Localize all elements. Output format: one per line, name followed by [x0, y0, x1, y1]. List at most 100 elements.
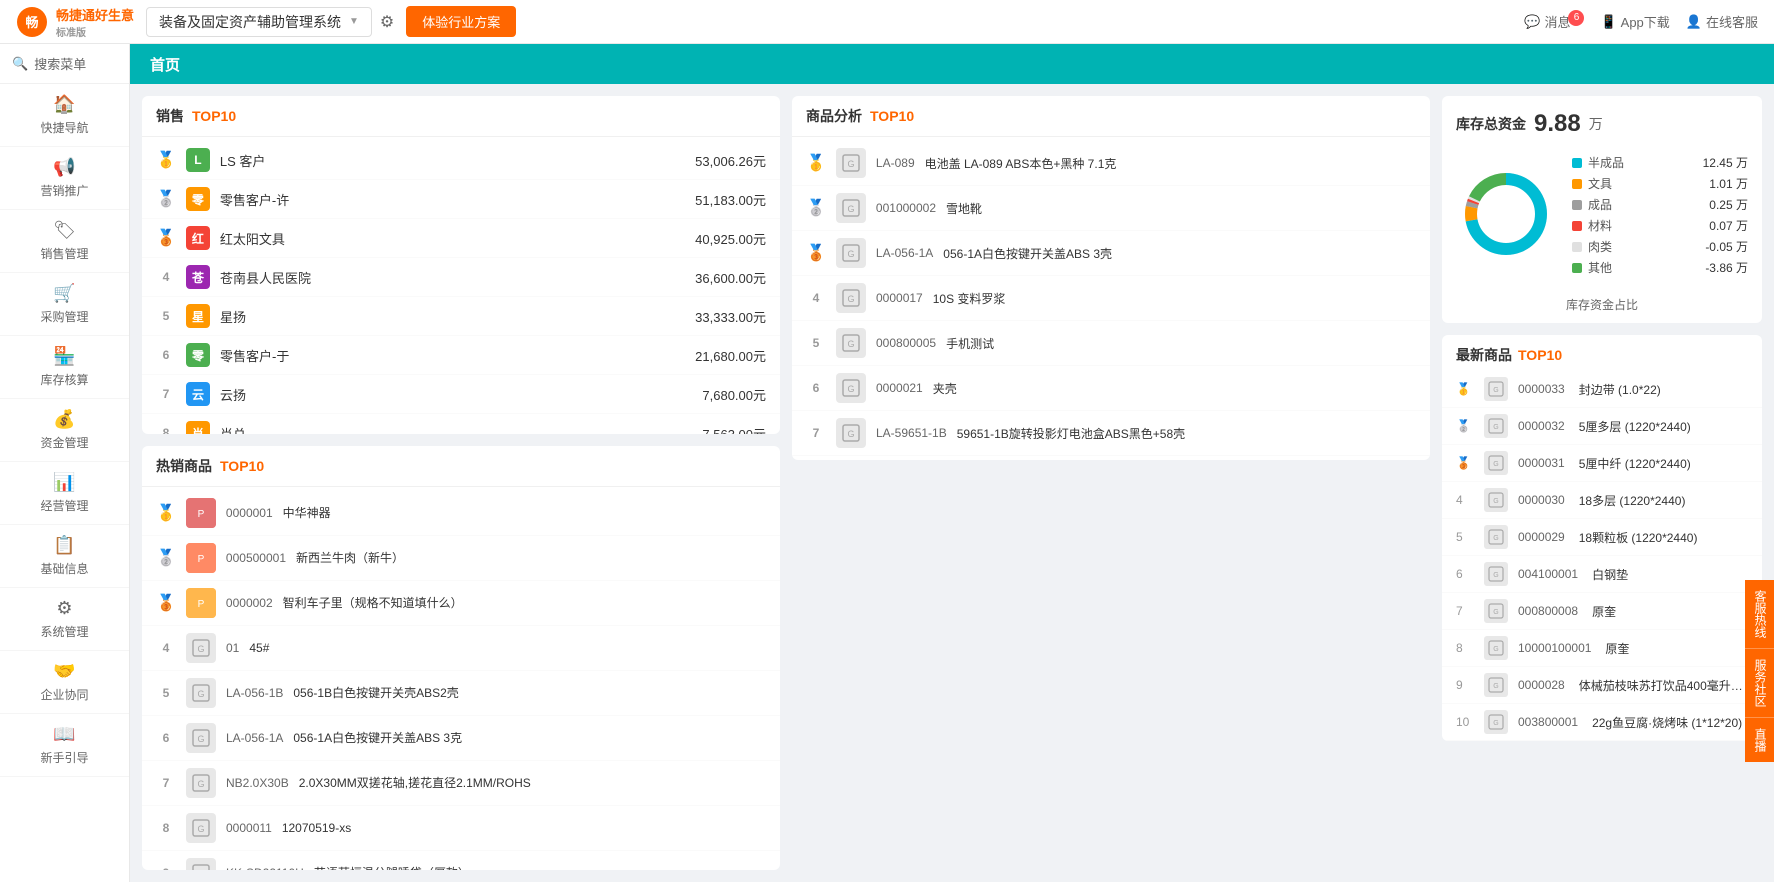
- customer-rank-item: 8 肖 肖总 7,563.00元: [142, 414, 780, 434]
- new-product-item: 🥇 G 0000033 封边带 (1.0*22): [1442, 371, 1762, 408]
- svg-text:P: P: [198, 509, 205, 520]
- product-code: 01: [226, 641, 239, 655]
- product-analysis-label: TOP10: [870, 108, 914, 124]
- product-placeholder: G: [836, 328, 866, 358]
- rank-num: 7: [156, 384, 176, 404]
- guide-icon: 📖: [53, 724, 75, 745]
- svg-text:G: G: [197, 734, 204, 744]
- new-products-list: 🥇 G 0000033 封边带 (1.0*22)🥈 G 0000032 5厘多层…: [1442, 371, 1762, 741]
- new-products-header: 最新商品 TOP10: [1442, 335, 1762, 371]
- rank-num: 5: [806, 333, 826, 353]
- hot-product-item: 🥇 P 0000001 中华神器: [142, 491, 780, 536]
- rank-avatar: 苍: [186, 265, 210, 289]
- product-code: NB2.0X30B: [226, 776, 289, 790]
- service-community-button[interactable]: 服务社区: [1745, 649, 1774, 718]
- sidebar-item-basic-info[interactable]: 📋 基础信息: [0, 525, 129, 588]
- sidebar-item-marketing[interactable]: 📢 营销推广: [0, 147, 129, 210]
- product-placeholder: G: [186, 813, 216, 843]
- svg-text:G: G: [1493, 387, 1498, 394]
- legend-item: 其他 -3.86 万: [1572, 259, 1748, 276]
- online-service-button[interactable]: 👤 在线客服: [1686, 12, 1758, 31]
- hot-product-item: 9 G KK-SD22110H 花语荷恒温分腿睡袋（厚款）: [142, 851, 780, 870]
- new-prod-code: 000800008: [1518, 604, 1578, 618]
- product-code: LA-59651-1B: [876, 426, 947, 440]
- sidebar-item-guide[interactable]: 📖 新手引导: [0, 714, 129, 777]
- product-name: 056-1A白色按键开关盖ABS 3克: [293, 729, 766, 746]
- rank-num: 4: [806, 288, 826, 308]
- message-icon: 💬: [1524, 14, 1540, 30]
- sidebar-item-purchase[interactable]: 🛒 采购管理: [0, 273, 129, 336]
- legend-dot: [1572, 200, 1582, 210]
- settings-button[interactable]: ⚙: [380, 12, 394, 32]
- sidebar-search[interactable]: 🔍 搜索菜单: [0, 44, 129, 84]
- product-placeholder: G: [186, 858, 216, 870]
- svg-text:G: G: [1493, 720, 1498, 727]
- customer-top10-card: 销售 TOP10 🥇 L LS 客户 53,006.26元🥈 零 零售客户-许 …: [142, 96, 780, 434]
- rank-name: 零售客户-许: [220, 190, 685, 209]
- sales-product-item: 5 G 000800005 手机测试: [792, 321, 1430, 366]
- new-prod-name: 原奎: [1592, 603, 1748, 620]
- new-prod-name: 18颗粒板 (1220*2440): [1579, 529, 1748, 546]
- product-code: 0000021: [876, 381, 923, 395]
- legend-item: 材料 0.07 万: [1572, 217, 1748, 234]
- right-column: 库存总资金 9.88 万: [1442, 96, 1762, 870]
- donut-section: 半成品 12.45 万 文具 1.01 万 成品 0.25 万 材料 0.07 …: [1442, 146, 1762, 290]
- operations-icon: 📊: [53, 472, 75, 493]
- online-label: 在线客服: [1706, 12, 1758, 31]
- legend-value: 1.01 万: [1709, 175, 1748, 192]
- purchase-icon: 🛒: [53, 283, 75, 304]
- inventory-footer: 库存资金占比: [1442, 290, 1762, 323]
- system-selector[interactable]: 装备及固定资产辅助管理系统 ▼: [146, 7, 372, 37]
- system-label: 系统管理: [40, 623, 88, 640]
- svg-text:G: G: [197, 779, 204, 789]
- legend-value: 12.45 万: [1703, 154, 1748, 171]
- rank-name: 苍南县人民医院: [220, 268, 685, 287]
- legend-dot: [1572, 221, 1582, 231]
- main-layout: 🔍 搜索菜单 🏠 快捷导航📢 营销推广🏷 销售管理🛒 采购管理🏪 库存核算💰 资…: [0, 44, 1774, 882]
- rank-value: 33,333.00元: [695, 307, 766, 326]
- rank-value: 40,925.00元: [695, 229, 766, 248]
- sidebar-item-system[interactable]: ⚙ 系统管理: [0, 588, 129, 651]
- product-placeholder: G: [186, 768, 216, 798]
- legend-item: 成品 0.25 万: [1572, 196, 1748, 213]
- product-code: LA-056-1B: [226, 686, 283, 700]
- rank-num: 6: [156, 345, 176, 365]
- sidebar-item-operations[interactable]: 📊 经营管理: [0, 462, 129, 525]
- trial-button[interactable]: 体验行业方案: [406, 6, 516, 37]
- product-name: 2.0X30MM双搓花轴,搓花直径2.1MM/ROHS: [299, 774, 766, 791]
- rank-num: 7: [156, 773, 176, 793]
- product-name: 10S 变料罗浆: [933, 290, 1416, 307]
- new-prod-placeholder: G: [1484, 599, 1508, 623]
- hot-products-label: TOP10: [220, 458, 264, 474]
- legend-dot: [1572, 179, 1582, 189]
- customer-service-button[interactable]: 客服热线: [1745, 580, 1774, 649]
- new-prod-placeholder: G: [1484, 636, 1508, 660]
- legend-dot: [1572, 242, 1582, 252]
- new-product-item: 4 G 0000030 18多层 (1220*2440): [1442, 482, 1762, 519]
- sidebar-item-quick-nav[interactable]: 🏠 快捷导航: [0, 84, 129, 147]
- svg-text:G: G: [847, 384, 854, 394]
- app-download-button[interactable]: 📱 App下载: [1600, 12, 1669, 31]
- sidebar-item-finance[interactable]: 💰 资金管理: [0, 399, 129, 462]
- direct-button[interactable]: 直播: [1745, 718, 1774, 762]
- new-prod-code: 0000032: [1518, 419, 1565, 433]
- svg-text:畅: 畅: [25, 15, 38, 30]
- rank-avatar: 云: [186, 382, 210, 406]
- messages-button[interactable]: 💬 消息 6: [1524, 12, 1584, 31]
- new-prod-placeholder: G: [1484, 488, 1508, 512]
- sidebar-item-cooperation[interactable]: 🤝 企业协同: [0, 651, 129, 714]
- legend-value: 0.25 万: [1709, 196, 1748, 213]
- rank-num: 4: [156, 638, 176, 658]
- product-name: 056-1B白色按键开关壳ABS2壳: [293, 684, 766, 701]
- svg-text:G: G: [1493, 498, 1498, 505]
- customer-list: 🥇 L LS 客户 53,006.26元🥈 零 零售客户-许 51,183.00…: [142, 137, 780, 434]
- new-prod-rank: 9: [1456, 678, 1474, 692]
- new-prod-name: 原奎: [1605, 640, 1748, 657]
- sidebar-item-inventory[interactable]: 🏪 库存核算: [0, 336, 129, 399]
- new-product-item: 10 G 003800001 22g鱼豆腐·烧烤味 (1*12*20): [1442, 704, 1762, 741]
- product-placeholder: G: [836, 193, 866, 223]
- product-code: 001000002: [876, 201, 936, 215]
- product-code: 000500001: [226, 551, 286, 565]
- sidebar-item-sales[interactable]: 🏷 销售管理: [0, 210, 129, 273]
- new-products-card: 最新商品 TOP10 🥇 G 0000033 封边带 (1.0*22)🥈 G 0…: [1442, 335, 1762, 741]
